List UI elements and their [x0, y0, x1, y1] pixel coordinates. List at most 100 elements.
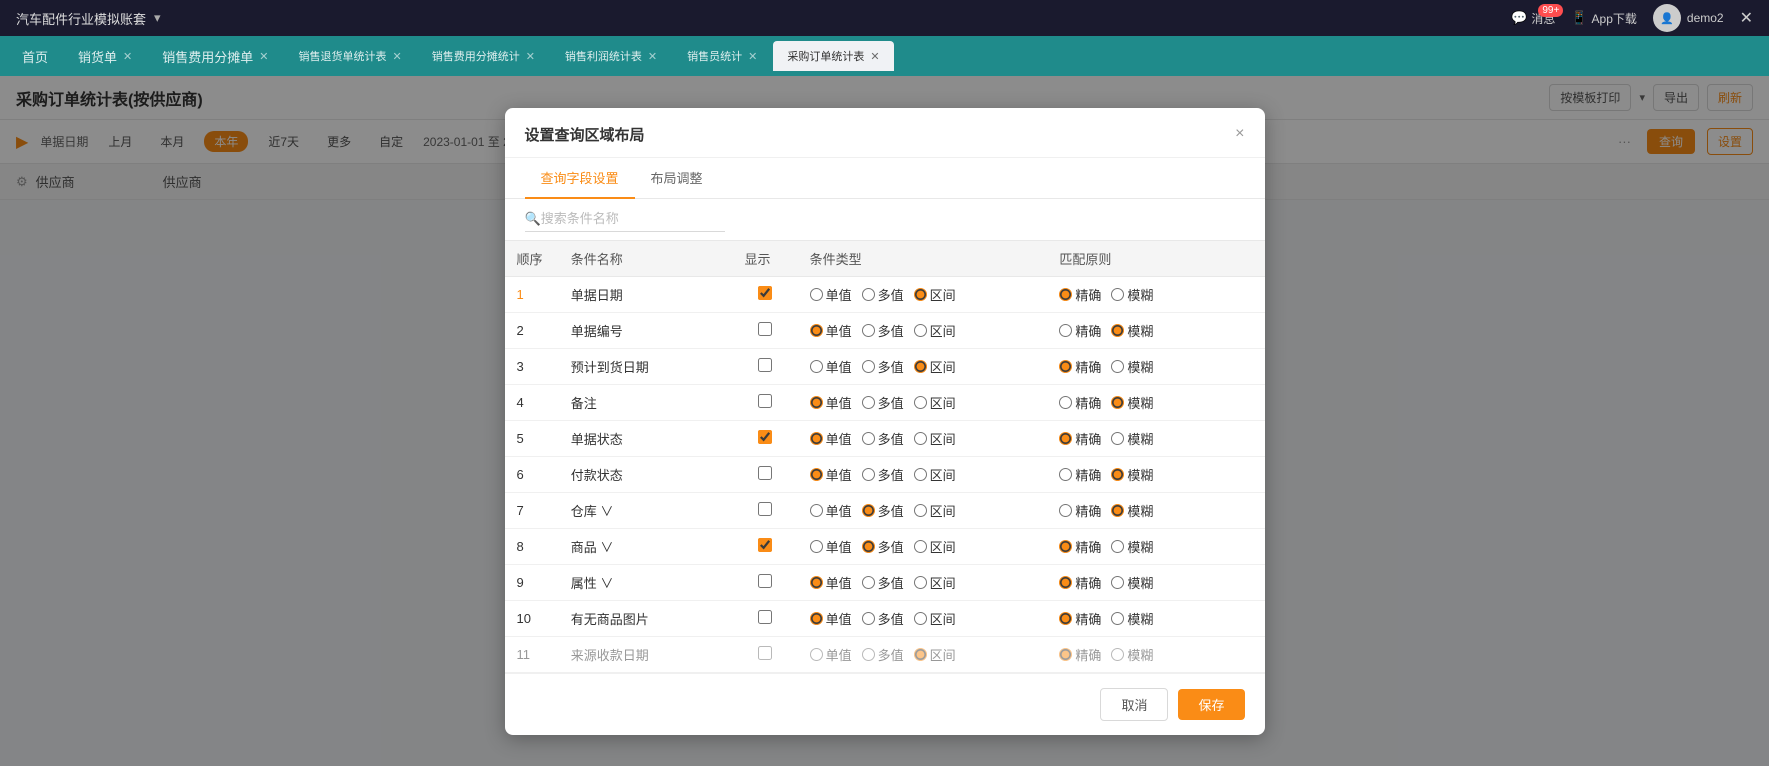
dialog-close-button[interactable]: ×	[1235, 125, 1244, 143]
row-3-checkbox[interactable]	[758, 358, 772, 372]
row-11-display[interactable]	[732, 636, 797, 672]
row-2-type-single[interactable]: 单值	[810, 321, 852, 340]
tab-sales-expense-close[interactable]: ✕	[259, 50, 268, 63]
tab-tab7-close[interactable]: ✕	[870, 50, 879, 63]
row-6-type-single[interactable]: 单值	[810, 465, 852, 484]
tab-tab6[interactable]: 销售员统计 ✕	[673, 41, 771, 71]
row-4-match-exact[interactable]: 精确	[1059, 393, 1101, 412]
tab-tab5[interactable]: 销售利润统计表 ✕	[551, 41, 671, 71]
row-1-type-single[interactable]: 单值	[810, 285, 852, 304]
row-10-type-single[interactable]: 单值	[810, 609, 852, 628]
cancel-button[interactable]: 取消	[1100, 688, 1168, 721]
row-4-type-range[interactable]: 区间	[914, 393, 956, 412]
row-7-match-exact[interactable]: 精确	[1059, 501, 1101, 520]
row-6-match-fuzzy[interactable]: 模糊	[1111, 465, 1153, 484]
tab-tab3[interactable]: 销售退货单统计表 ✕	[284, 41, 415, 71]
row-8-type-range[interactable]: 区间	[914, 537, 956, 556]
row-7-match-fuzzy[interactable]: 模糊	[1111, 501, 1153, 520]
row-4-type-multi[interactable]: 多值	[862, 393, 904, 412]
row-6-type-range[interactable]: 区间	[914, 465, 956, 484]
row-6-match-exact[interactable]: 精确	[1059, 465, 1101, 484]
tab-tab4[interactable]: 销售费用分摊统计 ✕	[418, 41, 549, 71]
tab-sales-order[interactable]: 销货单 ✕	[64, 41, 146, 71]
row-5-type-multi[interactable]: 多值	[862, 429, 904, 448]
row-3-match-exact[interactable]: 精确	[1059, 357, 1101, 376]
row-6-checkbox[interactable]	[758, 466, 772, 480]
row-2-display[interactable]	[732, 312, 797, 348]
save-button[interactable]: 保存	[1178, 689, 1244, 720]
row-8-display[interactable]	[732, 528, 797, 564]
row-5-match-exact[interactable]: 精确	[1059, 429, 1101, 448]
row-10-display[interactable]	[732, 600, 797, 636]
row-8-match-fuzzy[interactable]: 模糊	[1111, 537, 1153, 556]
row-8-type-multi[interactable]: 多值	[862, 537, 904, 556]
tab-fields[interactable]: 查询字段设置	[525, 158, 635, 199]
row-10-checkbox[interactable]	[758, 610, 772, 624]
dropdown-icon[interactable]: ▾	[154, 10, 161, 26]
row-7-type-multi[interactable]: 多值	[862, 501, 904, 520]
tab-tab6-close[interactable]: ✕	[748, 50, 757, 63]
tab-tab5-close[interactable]: ✕	[648, 50, 657, 63]
row-4-display[interactable]	[732, 384, 797, 420]
row-4-match-fuzzy[interactable]: 模糊	[1111, 393, 1153, 412]
row-10-type-range[interactable]: 区间	[914, 609, 956, 628]
row-8-checkbox[interactable]	[758, 538, 772, 552]
row-9-type-multi[interactable]: 多值	[862, 573, 904, 592]
row-9-match-fuzzy[interactable]: 模糊	[1111, 573, 1153, 592]
row-3-display[interactable]	[732, 348, 797, 384]
row-9-match-exact[interactable]: 精确	[1059, 573, 1101, 592]
row-10-match-fuzzy[interactable]: 模糊	[1111, 609, 1153, 628]
row-7-type-single[interactable]: 单值	[810, 501, 852, 520]
tab-tab4-close[interactable]: ✕	[526, 50, 535, 63]
row-2-match-exact[interactable]: 精确	[1059, 321, 1101, 340]
tab-sales-order-close[interactable]: ✕	[123, 50, 132, 63]
row-5-display[interactable]	[732, 420, 797, 456]
row-9-checkbox[interactable]	[758, 574, 772, 588]
row-8-type-single[interactable]: 单值	[810, 537, 852, 556]
row-11-type-single[interactable]: 单值	[810, 645, 852, 664]
row-5-type-single[interactable]: 单值	[810, 429, 852, 448]
message-badge[interactable]: 💬 99+ 消息	[1511, 10, 1555, 27]
row-2-type-range[interactable]: 区间	[914, 321, 956, 340]
row-1-type-multi[interactable]: 多值	[862, 285, 904, 304]
row-10-type-multi[interactable]: 多值	[862, 609, 904, 628]
tab-sales-expense[interactable]: 销售费用分摊单 ✕	[148, 41, 282, 71]
row-9-display[interactable]	[732, 564, 797, 600]
row-11-type-range[interactable]: 区间	[914, 645, 956, 664]
row-1-checkbox[interactable]	[758, 286, 772, 300]
row-4-type-single[interactable]: 单值	[810, 393, 852, 412]
row-7-type-range[interactable]: 区间	[914, 501, 956, 520]
row-1-match-fuzzy[interactable]: 模糊	[1111, 285, 1153, 304]
tab-layout[interactable]: 布局调整	[635, 158, 719, 199]
window-close-icon[interactable]: ✕	[1740, 8, 1753, 28]
row-7-display[interactable]	[732, 492, 797, 528]
row-2-checkbox[interactable]	[758, 322, 772, 336]
row-9-type-single[interactable]: 单值	[810, 573, 852, 592]
row-3-match-fuzzy[interactable]: 模糊	[1111, 357, 1153, 376]
row-11-match-fuzzy[interactable]: 模糊	[1111, 645, 1153, 664]
tab-tab3-close[interactable]: ✕	[392, 50, 401, 63]
row-9-type-range[interactable]: 区间	[914, 573, 956, 592]
row-6-type-multi[interactable]: 多值	[862, 465, 904, 484]
row-5-checkbox[interactable]	[758, 430, 772, 444]
row-3-type-range[interactable]: 区间	[914, 357, 956, 376]
row-8-match-exact[interactable]: 精确	[1059, 537, 1101, 556]
row-11-checkbox[interactable]	[758, 646, 772, 660]
tab-tab7[interactable]: 采购订单统计表 ✕	[773, 41, 893, 71]
app-download[interactable]: 📱 App下载	[1571, 10, 1637, 27]
tab-home[interactable]: 首页	[8, 41, 62, 71]
row-1-match-exact[interactable]: 精确	[1059, 285, 1101, 304]
row-3-type-single[interactable]: 单值	[810, 357, 852, 376]
row-5-type-range[interactable]: 区间	[914, 429, 956, 448]
user-avatar[interactable]: 👤 demo2	[1653, 4, 1724, 32]
row-4-checkbox[interactable]	[758, 394, 772, 408]
row-3-type-multi[interactable]: 多值	[862, 357, 904, 376]
row-5-match-fuzzy[interactable]: 模糊	[1111, 429, 1153, 448]
row-7-checkbox[interactable]	[758, 502, 772, 516]
row-11-match-exact[interactable]: 精确	[1059, 645, 1101, 664]
row-11-type-multi[interactable]: 多值	[862, 645, 904, 664]
row-10-match-exact[interactable]: 精确	[1059, 609, 1101, 628]
search-input[interactable]	[541, 211, 725, 226]
row-6-display[interactable]	[732, 456, 797, 492]
row-1-display[interactable]	[732, 276, 797, 312]
